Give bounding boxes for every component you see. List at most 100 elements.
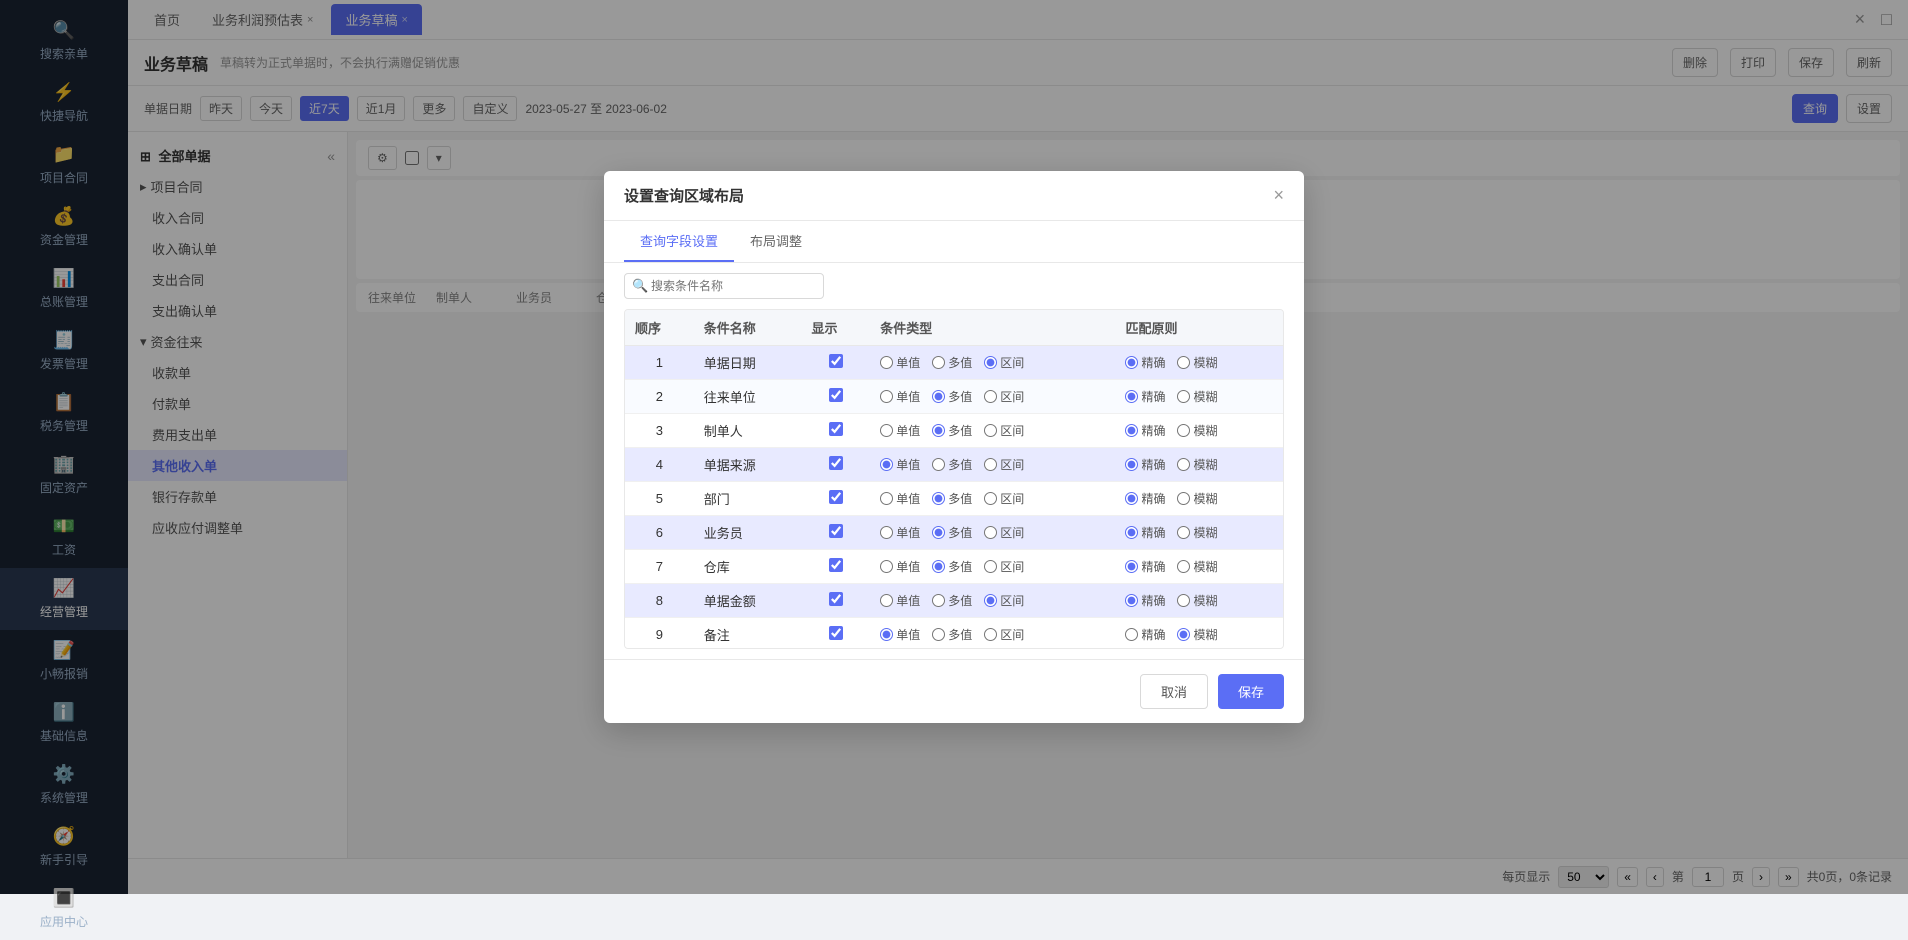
- condition-type-radio[interactable]: [880, 628, 893, 641]
- condition-type-radio[interactable]: [932, 594, 945, 607]
- condition-type-option[interactable]: 区间: [984, 490, 1024, 507]
- condition-type-radio[interactable]: [932, 356, 945, 369]
- match-rule-option[interactable]: 精确: [1125, 388, 1165, 405]
- match-rule-radio[interactable]: [1177, 560, 1190, 573]
- condition-type-option[interactable]: 多值: [932, 592, 972, 609]
- match-rule-option[interactable]: 精确: [1125, 558, 1165, 575]
- condition-type-option[interactable]: 单值: [880, 524, 920, 541]
- condition-type-radio[interactable]: [932, 458, 945, 471]
- match-rule-radio[interactable]: [1177, 356, 1190, 369]
- condition-type-option[interactable]: 多值: [932, 354, 972, 371]
- condition-type-radio[interactable]: [932, 526, 945, 539]
- condition-type-option[interactable]: 区间: [984, 626, 1024, 643]
- condition-type-radio[interactable]: [932, 424, 945, 437]
- condition-type-option[interactable]: 区间: [984, 388, 1024, 405]
- condition-type-option[interactable]: 单值: [880, 354, 920, 371]
- match-rule-option[interactable]: 模糊: [1177, 388, 1217, 405]
- condition-type-radio[interactable]: [880, 526, 893, 539]
- match-rule-radio[interactable]: [1125, 492, 1138, 505]
- condition-type-radio[interactable]: [880, 560, 893, 573]
- condition-type-radio[interactable]: [984, 628, 997, 641]
- condition-type-radio[interactable]: [984, 526, 997, 539]
- condition-type-radio[interactable]: [880, 594, 893, 607]
- condition-type-option[interactable]: 多值: [932, 456, 972, 473]
- condition-type-radio[interactable]: [880, 492, 893, 505]
- match-rule-option[interactable]: 模糊: [1177, 558, 1217, 575]
- condition-type-radio[interactable]: [984, 492, 997, 505]
- match-rule-radio[interactable]: [1177, 458, 1190, 471]
- match-rule-radio[interactable]: [1177, 594, 1190, 607]
- match-rule-option[interactable]: 精确: [1125, 592, 1165, 609]
- condition-type-option[interactable]: 单值: [880, 388, 920, 405]
- display-checkbox[interactable]: [829, 592, 843, 606]
- condition-type-option[interactable]: 单值: [880, 422, 920, 439]
- condition-type-radio[interactable]: [984, 356, 997, 369]
- condition-type-option[interactable]: 多值: [932, 490, 972, 507]
- match-rule-radio[interactable]: [1125, 390, 1138, 403]
- match-rule-option[interactable]: 模糊: [1177, 524, 1217, 541]
- condition-type-radio[interactable]: [932, 628, 945, 641]
- match-rule-radio[interactable]: [1125, 356, 1138, 369]
- match-rule-option[interactable]: 精确: [1125, 626, 1165, 643]
- match-rule-radio[interactable]: [1177, 424, 1190, 437]
- match-rule-radio[interactable]: [1177, 526, 1190, 539]
- display-checkbox[interactable]: [829, 422, 843, 436]
- condition-type-option[interactable]: 多值: [932, 388, 972, 405]
- condition-type-radio[interactable]: [984, 424, 997, 437]
- display-checkbox[interactable]: [829, 388, 843, 402]
- condition-type-radio[interactable]: [984, 458, 997, 471]
- match-rule-option[interactable]: 模糊: [1177, 456, 1217, 473]
- condition-type-option[interactable]: 区间: [984, 354, 1024, 371]
- match-rule-option[interactable]: 模糊: [1177, 354, 1217, 371]
- condition-type-radio[interactable]: [932, 492, 945, 505]
- condition-type-option[interactable]: 多值: [932, 626, 972, 643]
- match-rule-option[interactable]: 模糊: [1177, 490, 1217, 507]
- condition-type-radio[interactable]: [984, 594, 997, 607]
- condition-type-radio[interactable]: [984, 390, 997, 403]
- match-rule-option[interactable]: 模糊: [1177, 626, 1217, 643]
- display-checkbox[interactable]: [829, 456, 843, 470]
- condition-type-radio[interactable]: [932, 560, 945, 573]
- display-checkbox[interactable]: [829, 490, 843, 504]
- match-rule-radio[interactable]: [1125, 458, 1138, 471]
- condition-type-radio[interactable]: [932, 390, 945, 403]
- condition-type-radio[interactable]: [984, 560, 997, 573]
- match-rule-option[interactable]: 精确: [1125, 422, 1165, 439]
- match-rule-option[interactable]: 精确: [1125, 524, 1165, 541]
- condition-type-radio[interactable]: [880, 390, 893, 403]
- condition-type-option[interactable]: 区间: [984, 592, 1024, 609]
- match-rule-option[interactable]: 精确: [1125, 490, 1165, 507]
- condition-type-option[interactable]: 单值: [880, 558, 920, 575]
- dialog-tab-field-settings[interactable]: 查询字段设置: [624, 221, 734, 262]
- condition-type-option[interactable]: 单值: [880, 626, 920, 643]
- display-checkbox[interactable]: [829, 558, 843, 572]
- condition-type-radio[interactable]: [880, 458, 893, 471]
- match-rule-radio[interactable]: [1177, 628, 1190, 641]
- condition-type-radio[interactable]: [880, 424, 893, 437]
- match-rule-option[interactable]: 模糊: [1177, 422, 1217, 439]
- match-rule-radio[interactable]: [1125, 424, 1138, 437]
- dialog-tab-layout-adjust[interactable]: 布局调整: [734, 221, 818, 262]
- condition-type-option[interactable]: 多值: [932, 422, 972, 439]
- condition-type-option[interactable]: 区间: [984, 558, 1024, 575]
- match-rule-radio[interactable]: [1177, 390, 1190, 403]
- display-checkbox[interactable]: [829, 626, 843, 640]
- match-rule-radio[interactable]: [1125, 560, 1138, 573]
- match-rule-option[interactable]: 精确: [1125, 456, 1165, 473]
- condition-search-input[interactable]: [624, 273, 824, 299]
- save-dialog-button[interactable]: 保存: [1218, 674, 1284, 709]
- condition-type-option[interactable]: 区间: [984, 422, 1024, 439]
- match-rule-radio[interactable]: [1125, 594, 1138, 607]
- match-rule-radio[interactable]: [1125, 526, 1138, 539]
- match-rule-option[interactable]: 精确: [1125, 354, 1165, 371]
- match-rule-radio[interactable]: [1177, 492, 1190, 505]
- condition-type-option[interactable]: 单值: [880, 592, 920, 609]
- match-rule-radio[interactable]: [1125, 628, 1138, 641]
- display-checkbox[interactable]: [829, 354, 843, 368]
- match-rule-option[interactable]: 模糊: [1177, 592, 1217, 609]
- condition-type-option[interactable]: 单值: [880, 456, 920, 473]
- dialog-close-button[interactable]: ×: [1273, 185, 1284, 206]
- condition-type-option[interactable]: 区间: [984, 524, 1024, 541]
- condition-type-option[interactable]: 单值: [880, 490, 920, 507]
- condition-type-option[interactable]: 多值: [932, 558, 972, 575]
